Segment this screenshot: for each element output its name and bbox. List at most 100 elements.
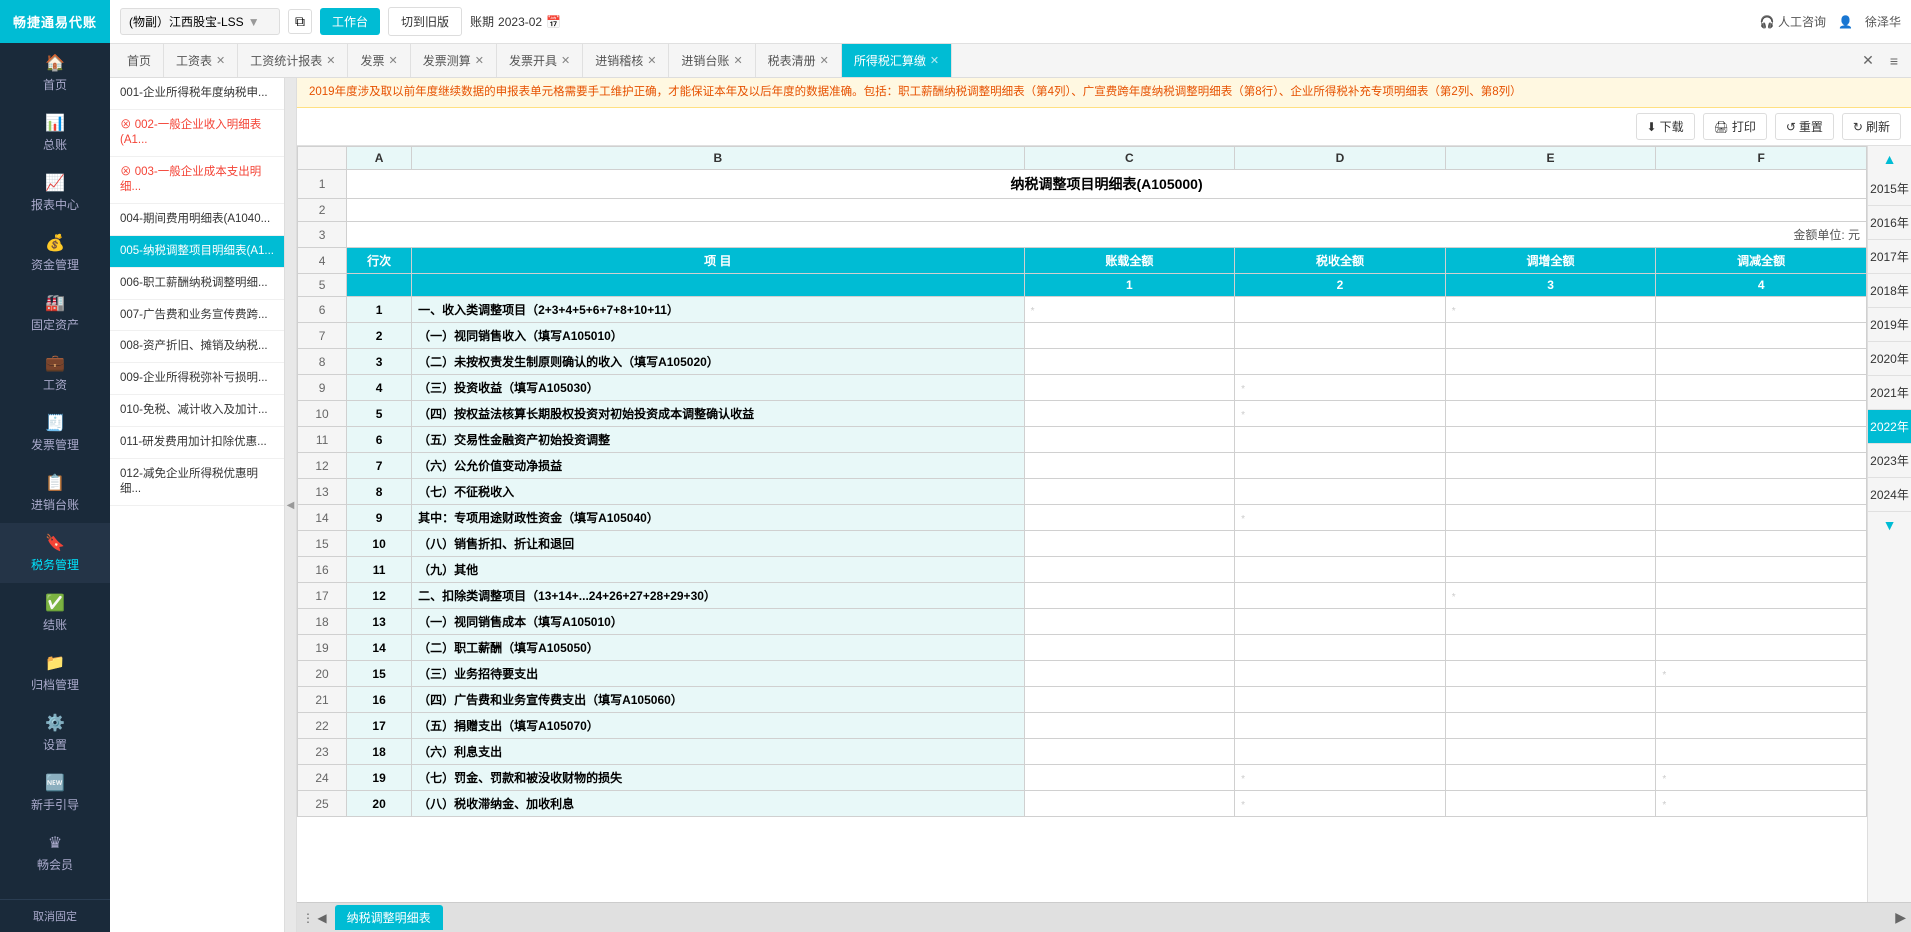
- year-2023[interactable]: 2023年: [1868, 444, 1911, 478]
- tab-invoice-calc[interactable]: 发票测算 ✕: [411, 44, 497, 77]
- scroll-right-icon[interactable]: ▶: [1895, 909, 1906, 926]
- tab-tax-clear[interactable]: 税表清册 ✕: [756, 44, 842, 77]
- col2-sub: 2: [1235, 274, 1446, 297]
- year-2018[interactable]: 2018年: [1868, 274, 1911, 308]
- tab-payroll-stats[interactable]: 工资统计报表 ✕: [238, 44, 348, 77]
- col-rownum: [298, 147, 347, 170]
- tab-close-icon[interactable]: ✕: [820, 54, 829, 67]
- tab-purchase-check[interactable]: 进销稽核 ✕: [583, 44, 669, 77]
- left-item-12[interactable]: 012-减免企业所得税优惠明细...: [110, 459, 284, 506]
- sidebar-item-ledger[interactable]: 📊 总账: [0, 103, 110, 163]
- col3-sub: 3: [1445, 274, 1656, 297]
- tab-close-icon[interactable]: ✕: [930, 54, 939, 67]
- user-avatar[interactable]: 👤: [1838, 15, 1853, 29]
- panel-collapse-handle[interactable]: ◀: [285, 78, 297, 932]
- left-item-7[interactable]: 007-广告费和业务宣传费跨...: [110, 300, 284, 332]
- archive-icon: 📁: [45, 653, 65, 673]
- bottom-tabbar: ⋮ ◀ 纳税调整明细表 ▶: [297, 902, 1911, 932]
- download-button[interactable]: ⬇ 下载: [1636, 113, 1695, 140]
- sidebar-item-vip[interactable]: ♛ 畅会员: [0, 823, 110, 883]
- collapse-button[interactable]: 取消固定: [0, 899, 110, 932]
- tab-close-icon[interactable]: ✕: [389, 54, 398, 67]
- tab-close-icon[interactable]: ✕: [647, 54, 656, 67]
- guide-icon: 🆕: [45, 773, 65, 793]
- sidebar-item-checkout[interactable]: ✅ 结账: [0, 583, 110, 643]
- more-tabs-button[interactable]: ≡: [1882, 48, 1906, 74]
- left-item-1[interactable]: 001-企业所得税年度纳税申...: [110, 78, 284, 110]
- copy-button[interactable]: ⧉: [288, 9, 312, 34]
- tab-close-icon[interactable]: ✕: [561, 54, 570, 67]
- left-item-11[interactable]: 011-研发费用加计扣除优惠...: [110, 427, 284, 459]
- bottom-scroll-right: ▶: [1895, 909, 1906, 926]
- col-A: A: [347, 147, 412, 170]
- switch-version-button[interactable]: 切到旧版: [388, 7, 462, 36]
- notice-text: 2019年度涉及取以前年度继续数据的申报表单元格需要手工维护正确，才能保证本年及…: [309, 86, 1522, 98]
- year-2020[interactable]: 2020年: [1868, 342, 1911, 376]
- workbench-button[interactable]: 工作台: [320, 8, 380, 35]
- company-name: (物副）江西股宝-LSS: [129, 13, 244, 30]
- table-row: 1 纳税调整项目明细表(A105000): [298, 170, 1867, 199]
- left-item-10[interactable]: 010-免税、减计收入及加计...: [110, 395, 284, 427]
- tab-close-icon[interactable]: ✕: [733, 54, 742, 67]
- year-2022[interactable]: 2022年: [1868, 410, 1911, 444]
- year-down-button[interactable]: ▼: [1868, 512, 1911, 538]
- sidebar-item-home[interactable]: 🏠 首页: [0, 43, 110, 103]
- company-selector[interactable]: (物副）江西股宝-LSS ▼: [120, 8, 280, 35]
- tab-invoice[interactable]: 发票 ✕: [348, 44, 410, 77]
- left-item-4[interactable]: 004-期间费用明细表(A1040...: [110, 204, 284, 236]
- sidebar-item-asset[interactable]: 💰 资金管理: [0, 223, 110, 283]
- main-area: (物副）江西股宝-LSS ▼ ⧉ 工作台 切到旧版 账期 2023-02 📅 🎧…: [110, 0, 1911, 932]
- sidebar-item-purchase[interactable]: 📋 进销台账: [0, 463, 110, 523]
- sidebar-item-payroll[interactable]: 💼 工资: [0, 343, 110, 403]
- table-area[interactable]: A B C D E F 1 纳税调: [297, 146, 1867, 902]
- left-item-6[interactable]: 006-职工薪酬纳税调整明细...: [110, 268, 284, 300]
- tab-income-tax[interactable]: 所得税汇算缴 ✕: [842, 44, 952, 77]
- bottom-scroll-left[interactable]: ⋮ ◀: [302, 911, 327, 925]
- tab-label: 发票: [360, 52, 384, 69]
- year-2015[interactable]: 2015年: [1868, 172, 1911, 206]
- tab-home[interactable]: 首页: [115, 44, 164, 77]
- reset-button[interactable]: ↺ 重置: [1775, 113, 1834, 140]
- left-panel: 001-企业所得税年度纳税申... ⊗ 002-一般企业收入明细表(A1... …: [110, 78, 285, 932]
- sidebar-item-label: 固定资产: [31, 316, 79, 333]
- col-B: B: [412, 147, 1025, 170]
- year-up-button[interactable]: ▲: [1868, 146, 1911, 172]
- sidebar-item-archive[interactable]: 📁 归档管理: [0, 643, 110, 703]
- left-item-9[interactable]: 009-企业所得税弥补亏损明...: [110, 363, 284, 395]
- tab-close-icon[interactable]: ✕: [475, 54, 484, 67]
- tab-payroll[interactable]: 工资表 ✕: [164, 44, 238, 77]
- year-2021[interactable]: 2021年: [1868, 376, 1911, 410]
- tab-purchase-ledger[interactable]: 进销台账 ✕: [669, 44, 755, 77]
- year-2019[interactable]: 2019年: [1868, 308, 1911, 342]
- year-2017[interactable]: 2017年: [1868, 240, 1911, 274]
- tab-close-icon[interactable]: ✕: [326, 54, 335, 67]
- sidebar-item-report[interactable]: 📈 报表中心: [0, 163, 110, 223]
- left-item-3[interactable]: ⊗ 003-一般企业成本支出明细...: [110, 157, 284, 204]
- consult-button[interactable]: 🎧 人工咨询: [1760, 13, 1826, 30]
- table-row: 2217（五）捐赠支出（填写A105070）: [298, 713, 1867, 739]
- year-2024[interactable]: 2024年: [1868, 478, 1911, 512]
- table-row: 3 金额单位: 元: [298, 222, 1867, 248]
- sidebar-item-settings[interactable]: ⚙️ 设置: [0, 703, 110, 763]
- sidebar-item-tax[interactable]: 🔖 税务管理: [0, 523, 110, 583]
- sidebar-item-guide[interactable]: 🆕 新手引导: [0, 763, 110, 823]
- table-row: 105（四）按权益法核算长期股权投资对初始投资成本调整确认收益*: [298, 401, 1867, 427]
- user-name[interactable]: 徐泽华: [1865, 13, 1901, 30]
- bottom-tab-main[interactable]: 纳税调整明细表: [335, 905, 443, 930]
- left-item-2[interactable]: ⊗ 002-一般企业收入明细表(A1...: [110, 110, 284, 157]
- tab-close-icon[interactable]: ✕: [216, 54, 225, 67]
- year-2016[interactable]: 2016年: [1868, 206, 1911, 240]
- tab-invoice-open[interactable]: 发票开具 ✕: [497, 44, 583, 77]
- sidebar-item-fixed-asset[interactable]: 🏭 固定资产: [0, 283, 110, 343]
- invoice-icon: 🧾: [45, 413, 65, 433]
- left-item-5[interactable]: 005-纳税调整项目明细表(A1...: [110, 236, 284, 268]
- print-button[interactable]: 🖨 打印: [1703, 113, 1767, 140]
- refresh-button[interactable]: ↻ 刷新: [1842, 113, 1901, 140]
- close-all-tabs-button[interactable]: ✕: [1854, 47, 1882, 74]
- left-item-8[interactable]: 008-资产折旧、摊销及纳税...: [110, 331, 284, 363]
- sidebar-item-invoice[interactable]: 🧾 发票管理: [0, 403, 110, 463]
- error-circle-icon: ⊗: [120, 166, 135, 178]
- calendar-icon[interactable]: 📅: [546, 15, 561, 29]
- col-C: C: [1024, 147, 1235, 170]
- asset-icon: 💰: [45, 233, 65, 253]
